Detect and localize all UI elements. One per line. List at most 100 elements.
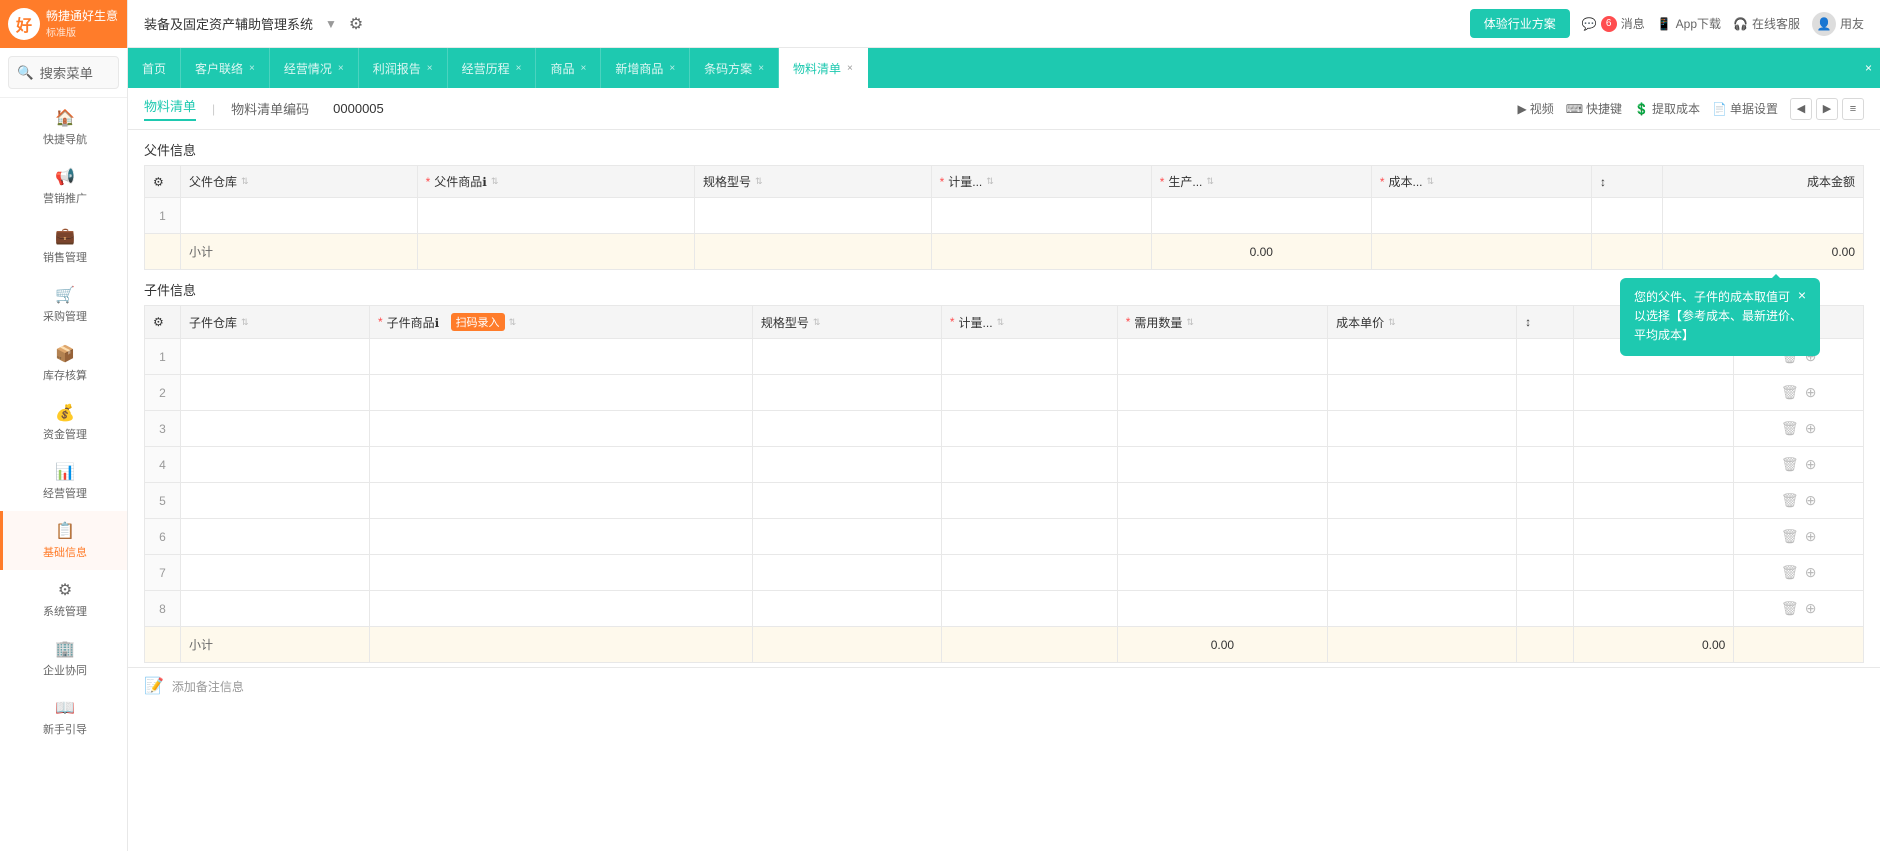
logo-title: 畅捷通好生意 [46,9,118,25]
child-row1-unit[interactable] [941,339,1117,375]
tab-history[interactable]: 经营历程 × [448,48,537,88]
extract-cost-action[interactable]: 💲 提取成本 [1634,100,1700,117]
scan-badge[interactable]: 扫码录入 [451,313,505,331]
child-table: ⚙ 子件仓库⇅ * 子件商品ℹ 扫码录入⇅ 规格型号⇅ * 计量...⇅ * 需… [144,305,1864,663]
search-menu-button[interactable]: 🔍 搜索菜单 [8,56,119,89]
delete-icon[interactable]: 🗑 [1781,564,1799,581]
child-row1-warehouse[interactable] [181,339,370,375]
tab-bar: 首页 客户联络 × 经营情况 × 利润报告 × 经营历程 × 商品 × 新增商品… [128,48,1880,88]
parent-col-unit: * 计量...⇅ [931,166,1151,198]
child-col-settings[interactable]: ⚙ [145,306,181,339]
copy-icon[interactable]: ⊕ [1805,528,1817,545]
tab-operations-situation[interactable]: 经营情况 × [270,48,359,88]
online-service-action[interactable]: 🎧 在线客服 [1733,15,1800,32]
sidebar-item-purchase[interactable]: 🛒 采购管理 [0,275,127,334]
parent-col-settings[interactable]: ⚙ [145,166,181,198]
parent-row-produce[interactable] [1151,198,1371,234]
content-wrapper: 父件信息 ⚙ 父件仓库⇅ * 父件商品ℹ⇅ 规格型号⇅ * 计量...⇅ * 生… [128,130,1880,851]
tab-barcode-close[interactable]: × [758,63,764,74]
sidebar-item-label: 营销推广 [43,190,87,206]
app-download-action[interactable]: 📱 App下载 [1657,15,1721,32]
tab-goods-close[interactable]: × [580,63,586,74]
table-row: 8 🗑⊕ [145,591,1864,627]
inventory-icon: 📦 [55,344,75,364]
sidebar-item-guide[interactable]: 📖 新手引导 [0,688,127,747]
sidebar-item-marketing[interactable]: 📢 营销推广 [0,157,127,216]
tab-barcode[interactable]: 条码方案 × [690,48,779,88]
tab-history-close[interactable]: × [516,63,522,74]
copy-icon[interactable]: ⊕ [1805,420,1817,437]
enterprise-icon: 🏢 [55,639,75,659]
tab-profit-close[interactable]: × [427,63,433,74]
child-col-goods: * 子件商品ℹ 扫码录入⇅ [369,306,752,339]
parent-row-cost[interactable] [1371,198,1591,234]
sidebar-item-operations[interactable]: 📊 经营管理 [0,452,127,511]
child-row1-sort[interactable] [1517,339,1574,375]
copy-icon[interactable]: ⊕ [1805,456,1817,473]
nav-menu-btn[interactable]: ≡ [1842,98,1864,120]
tab-goods[interactable]: 商品 × [536,48,601,88]
parent-row-unit[interactable] [931,198,1151,234]
tab-bom-close[interactable]: × [847,63,853,74]
copy-icon[interactable]: ⊕ [1805,492,1817,509]
copy-icon[interactable]: ⊕ [1805,384,1817,401]
sidebar-item-sales[interactable]: 💼 销售管理 [0,216,127,275]
subtab-list[interactable]: 物料清单 [144,96,196,121]
sidebar-item-finance[interactable]: 💰 资金管理 [0,393,127,452]
sidebar-item-label: 销售管理 [43,249,87,265]
tab-new-goods-close[interactable]: × [669,63,675,74]
tab-new-goods-label: 新增商品 [615,60,663,77]
child-col-unit: * 计量...⇅ [941,306,1117,339]
parent-col-amount: 成本金额 [1663,166,1864,198]
doc-settings-action[interactable]: 📄 单据设置 [1712,100,1778,117]
child-row1-goods[interactable] [369,339,752,375]
sidebar-item-enterprise[interactable]: 🏢 企业协同 [0,629,127,688]
parent-row-sort[interactable] [1591,198,1662,234]
note-label[interactable]: 添加备注信息 [172,678,244,695]
delete-icon[interactable]: 🗑 [1781,384,1799,401]
delete-icon[interactable]: 🗑 [1781,420,1799,437]
trial-button[interactable]: 体验行业方案 [1470,9,1570,38]
shortcut-action[interactable]: ⌨ 快捷键 [1566,100,1622,117]
copy-icon[interactable]: ⊕ [1805,600,1817,617]
parent-table: ⚙ 父件仓库⇅ * 父件商品ℹ⇅ 规格型号⇅ * 计量...⇅ * 生产...⇅… [144,165,1864,270]
sidebar-item-basic[interactable]: 📋 基础信息 [0,511,127,570]
tab-profit[interactable]: 利润报告 × [359,48,448,88]
child-row1-price[interactable] [1328,339,1517,375]
user-action[interactable]: 👤 用友 [1812,12,1864,36]
tab-bar-end[interactable]: × [1857,61,1880,75]
delete-icon[interactable]: 🗑 [1781,492,1799,509]
tab-bom[interactable]: 物料清单 × [779,48,868,88]
dropdown-icon[interactable]: ▼ [325,17,337,31]
message-action[interactable]: 💬 6 消息 [1582,15,1645,32]
logo-icon: 好 [8,8,40,40]
delete-icon[interactable]: 🗑 [1781,456,1799,473]
child-row1-qty[interactable] [1117,339,1327,375]
sales-icon: 💼 [55,226,75,246]
view-video-action[interactable]: ▶ 视频 [1517,100,1553,117]
tab-new-goods[interactable]: 新增商品 × [601,48,690,88]
copy-icon[interactable]: ⊕ [1805,564,1817,581]
nav-next-btn[interactable]: ▶ [1816,98,1838,120]
tab-home[interactable]: 首页 [128,48,181,88]
tooltip-text: 您的父件、子件的成本取值可以选择【参考成本、最新进价、平均成本】 [1634,290,1802,342]
parent-row-spec[interactable] [695,198,932,234]
delete-icon[interactable]: 🗑 [1781,600,1799,617]
tab-customer[interactable]: 客户联络 × [181,48,270,88]
sidebar-item-quick-nav[interactable]: 🏠 快捷导航 [0,98,127,157]
sidebar-item-system[interactable]: ⚙ 系统管理 [0,570,127,629]
delete-icon[interactable]: 🗑 [1781,528,1799,545]
settings-icon[interactable]: ⚙ [349,14,363,34]
parent-row-goods[interactable] [417,198,694,234]
child-row1-spec[interactable] [752,339,941,375]
tab-customer-close[interactable]: × [249,63,255,74]
doc-label: 单据设置 [1730,100,1778,117]
close-all-icon[interactable]: × [1865,61,1872,75]
parent-row-warehouse[interactable] [181,198,418,234]
nav-prev-btn[interactable]: ◀ [1790,98,1812,120]
tooltip-close-button[interactable]: × [1798,288,1806,302]
sidebar-item-label: 快捷导航 [43,131,87,147]
sidebar-item-inventory[interactable]: 📦 库存核算 [0,334,127,393]
tab-ops-close[interactable]: × [338,63,344,74]
tab-ops-label: 经营情况 [284,60,332,77]
